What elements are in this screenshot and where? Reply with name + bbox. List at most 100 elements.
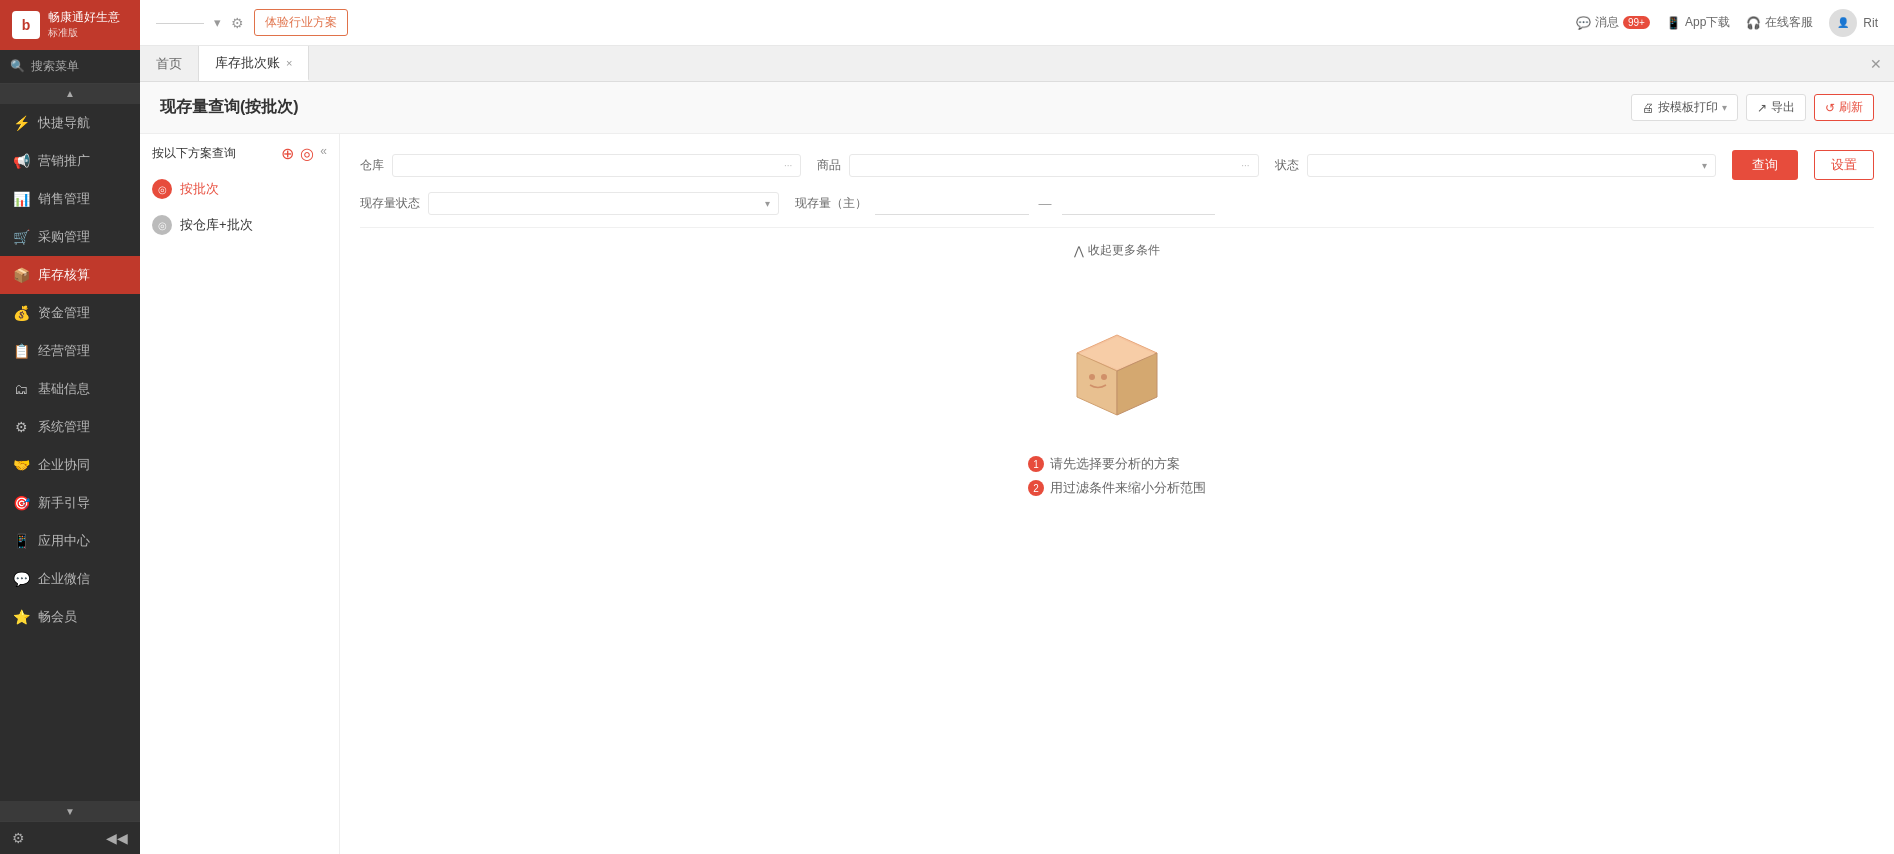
sidebar-item-enterprise[interactable]: 🤝 企业协同 bbox=[0, 446, 140, 484]
collapse-sidebar-icon[interactable]: ◀◀ bbox=[106, 830, 128, 846]
page-content: 现存量查询(按批次) 🖨 按模板打印 ▾ ↗ 导出 ↺ 刷新 bbox=[140, 82, 1894, 854]
stock-status-select[interactable]: ▾ bbox=[428, 192, 779, 215]
sidebar-item-label: 企业协同 bbox=[38, 456, 90, 474]
status-select[interactable]: ▾ bbox=[1307, 154, 1716, 177]
tip-2: 2 用过滤条件来缩小分析范围 bbox=[1028, 479, 1206, 497]
sidebar-search[interactable]: 🔍 搜索菜单 bbox=[0, 50, 140, 84]
scheme-warehouse-batch-label: 按仓库+批次 bbox=[180, 216, 253, 234]
online-service-label: 在线客服 bbox=[1765, 14, 1813, 31]
sidebar-item-marketing[interactable]: 📢 营销推广 bbox=[0, 142, 140, 180]
range-dash: — bbox=[1039, 196, 1052, 211]
sidebar-item-label: 应用中心 bbox=[38, 532, 90, 550]
scheme-settings-icon[interactable]: ◎ bbox=[300, 144, 314, 163]
sidebar-item-label: 快捷导航 bbox=[38, 114, 90, 132]
app-download-label: App下载 bbox=[1685, 14, 1730, 31]
product-more-icon[interactable]: ··· bbox=[1241, 160, 1249, 171]
sidebar-item-sales[interactable]: 📊 销售管理 bbox=[0, 180, 140, 218]
sidebar-scroll-down[interactable]: ▼ bbox=[0, 801, 140, 821]
sidebar-item-label: 销售管理 bbox=[38, 190, 90, 208]
empty-illustration bbox=[1057, 325, 1177, 435]
message-area[interactable]: 💬 消息 99+ bbox=[1576, 14, 1650, 31]
export-btn[interactable]: ↗ 导出 bbox=[1746, 94, 1806, 121]
tab-home[interactable]: 首页 bbox=[140, 46, 199, 81]
scheme-panel-actions: ⊕ ◎ « bbox=[281, 144, 327, 163]
quick-nav-icon: ⚡ bbox=[12, 115, 30, 131]
setting-btn[interactable]: 设置 bbox=[1814, 150, 1874, 180]
sidebar-item-system[interactable]: ⚙ 系统管理 bbox=[0, 408, 140, 446]
sidebar-item-operation[interactable]: 📋 经营管理 bbox=[0, 332, 140, 370]
filter-row-2: 现存量状态 ▾ 现存量（主） — bbox=[360, 192, 1874, 215]
status-filter: 状态 ▾ bbox=[1275, 154, 1716, 177]
sidebar-scroll-up[interactable]: ▲ bbox=[0, 84, 140, 104]
sidebar-item-label: 库存核算 bbox=[38, 266, 90, 284]
warehouse-more-icon[interactable]: ··· bbox=[784, 160, 792, 171]
topbar: ———— ▾ ⚙ 体验行业方案 💬 消息 99+ 📱 App下载 🎧 在线客服 bbox=[140, 0, 1894, 46]
sidebar-item-inventory[interactable]: 📦 库存核算 bbox=[0, 256, 140, 294]
breadcrumb-dropdown-icon[interactable]: ▾ bbox=[214, 15, 221, 30]
stock-status-filter: 现存量状态 ▾ bbox=[360, 192, 779, 215]
close-all-tabs-btn[interactable]: ✕ bbox=[1858, 46, 1894, 81]
sidebar-item-quick-nav[interactable]: ⚡ 快捷导航 bbox=[0, 104, 140, 142]
experience-btn[interactable]: 体验行业方案 bbox=[254, 9, 348, 36]
user-name: Rit bbox=[1863, 16, 1878, 30]
sidebar-item-basic[interactable]: 🗂 基础信息 bbox=[0, 370, 140, 408]
refresh-icon: ↺ bbox=[1825, 101, 1835, 115]
refresh-btn[interactable]: ↺ 刷新 bbox=[1814, 94, 1874, 121]
stock-main-max-input[interactable] bbox=[1062, 192, 1215, 215]
stock-main-min-input[interactable] bbox=[875, 192, 1028, 215]
tab-inventory-batch[interactable]: 库存批次账 × bbox=[199, 46, 309, 81]
topbar-settings-icon[interactable]: ⚙ bbox=[231, 15, 244, 31]
online-service-area[interactable]: 🎧 在线客服 bbox=[1746, 14, 1813, 31]
warehouse-filter: 仓库 ··· bbox=[360, 154, 801, 177]
stock-main-filter: 现存量（主） — bbox=[795, 192, 1214, 215]
user-area[interactable]: 👤 Rit bbox=[1829, 9, 1878, 37]
print-btn[interactable]: 🖨 按模板打印 ▾ bbox=[1631, 94, 1738, 121]
stock-main-label: 现存量（主） bbox=[795, 195, 867, 212]
close-all-icon: ✕ bbox=[1870, 56, 1882, 72]
collapse-scheme-icon[interactable]: « bbox=[320, 144, 327, 163]
sidebar-item-newbie[interactable]: 🎯 新手引导 bbox=[0, 484, 140, 522]
scheme-item-batch[interactable]: ◎ 按批次 bbox=[140, 171, 339, 207]
status-label: 状态 bbox=[1275, 157, 1299, 174]
scheme-item-warehouse-batch[interactable]: ◎ 按仓库+批次 bbox=[140, 207, 339, 243]
sidebar-item-label: 营销推广 bbox=[38, 152, 90, 170]
app-title-block: 畅康通好生意 标准版 bbox=[48, 10, 120, 40]
sidebar-item-appstore[interactable]: 📱 应用中心 bbox=[0, 522, 140, 560]
sidebar-item-label: 企业微信 bbox=[38, 570, 90, 588]
sidebar-item-wechat[interactable]: 💬 企业微信 bbox=[0, 560, 140, 598]
app-download-area[interactable]: 📱 App下载 bbox=[1666, 14, 1730, 31]
tab-inventory-batch-label: 库存批次账 bbox=[215, 54, 280, 72]
system-icon: ⚙ bbox=[12, 419, 30, 435]
sales-icon: 📊 bbox=[12, 191, 30, 207]
sidebar-item-label: 资金管理 bbox=[38, 304, 90, 322]
sidebar-item-member[interactable]: ⭐ 畅会员 bbox=[0, 598, 140, 636]
sidebar-item-finance[interactable]: 💰 资金管理 bbox=[0, 294, 140, 332]
sidebar-item-purchase[interactable]: 🛒 采购管理 bbox=[0, 218, 140, 256]
content-area: 按以下方案查询 ⊕ ◎ « ◎ 按批次 ◎ bbox=[140, 134, 1894, 854]
sidebar-item-label: 畅会员 bbox=[38, 608, 77, 626]
sidebar-item-label: 基础信息 bbox=[38, 380, 90, 398]
empty-tips: 1 请先选择要分析的方案 2 用过滤条件来缩小分析范围 bbox=[1028, 455, 1206, 503]
inventory-icon: 📦 bbox=[12, 267, 30, 283]
message-label: 消息 bbox=[1595, 14, 1619, 31]
print-icon: 🖨 bbox=[1642, 101, 1654, 115]
stock-status-dropdown-icon: ▾ bbox=[765, 198, 770, 209]
tab-close-icon[interactable]: × bbox=[286, 57, 292, 69]
sidebar-footer: ⚙ ◀◀ bbox=[0, 821, 140, 854]
warehouse-input[interactable]: ··· bbox=[392, 154, 801, 177]
online-service-icon: 🎧 bbox=[1746, 16, 1761, 30]
sidebar-item-label: 经营管理 bbox=[38, 342, 90, 360]
main-content: ———— ▾ ⚙ 体验行业方案 💬 消息 99+ 📱 App下载 🎧 在线客服 bbox=[140, 0, 1894, 854]
collapse-more-btn[interactable]: ⋀ 收起更多条件 bbox=[360, 236, 1874, 265]
product-input[interactable]: ··· bbox=[849, 154, 1258, 177]
avatar-initials: 👤 bbox=[1837, 17, 1849, 28]
sidebar: b 畅康通好生意 标准版 🔍 搜索菜单 ▲ ⚡ 快捷导航 📢 营销推广 📊 销售… bbox=[0, 0, 140, 854]
svg-point-5 bbox=[1101, 374, 1107, 380]
breadcrumb: ———— bbox=[156, 16, 204, 30]
add-scheme-icon[interactable]: ⊕ bbox=[281, 144, 294, 163]
query-btn[interactable]: 查询 bbox=[1732, 150, 1798, 180]
member-icon: ⭐ bbox=[12, 609, 30, 625]
query-area: 仓库 ··· 商品 ··· bbox=[340, 134, 1894, 854]
settings-icon[interactable]: ⚙ bbox=[12, 830, 25, 846]
product-label: 商品 bbox=[817, 157, 841, 174]
